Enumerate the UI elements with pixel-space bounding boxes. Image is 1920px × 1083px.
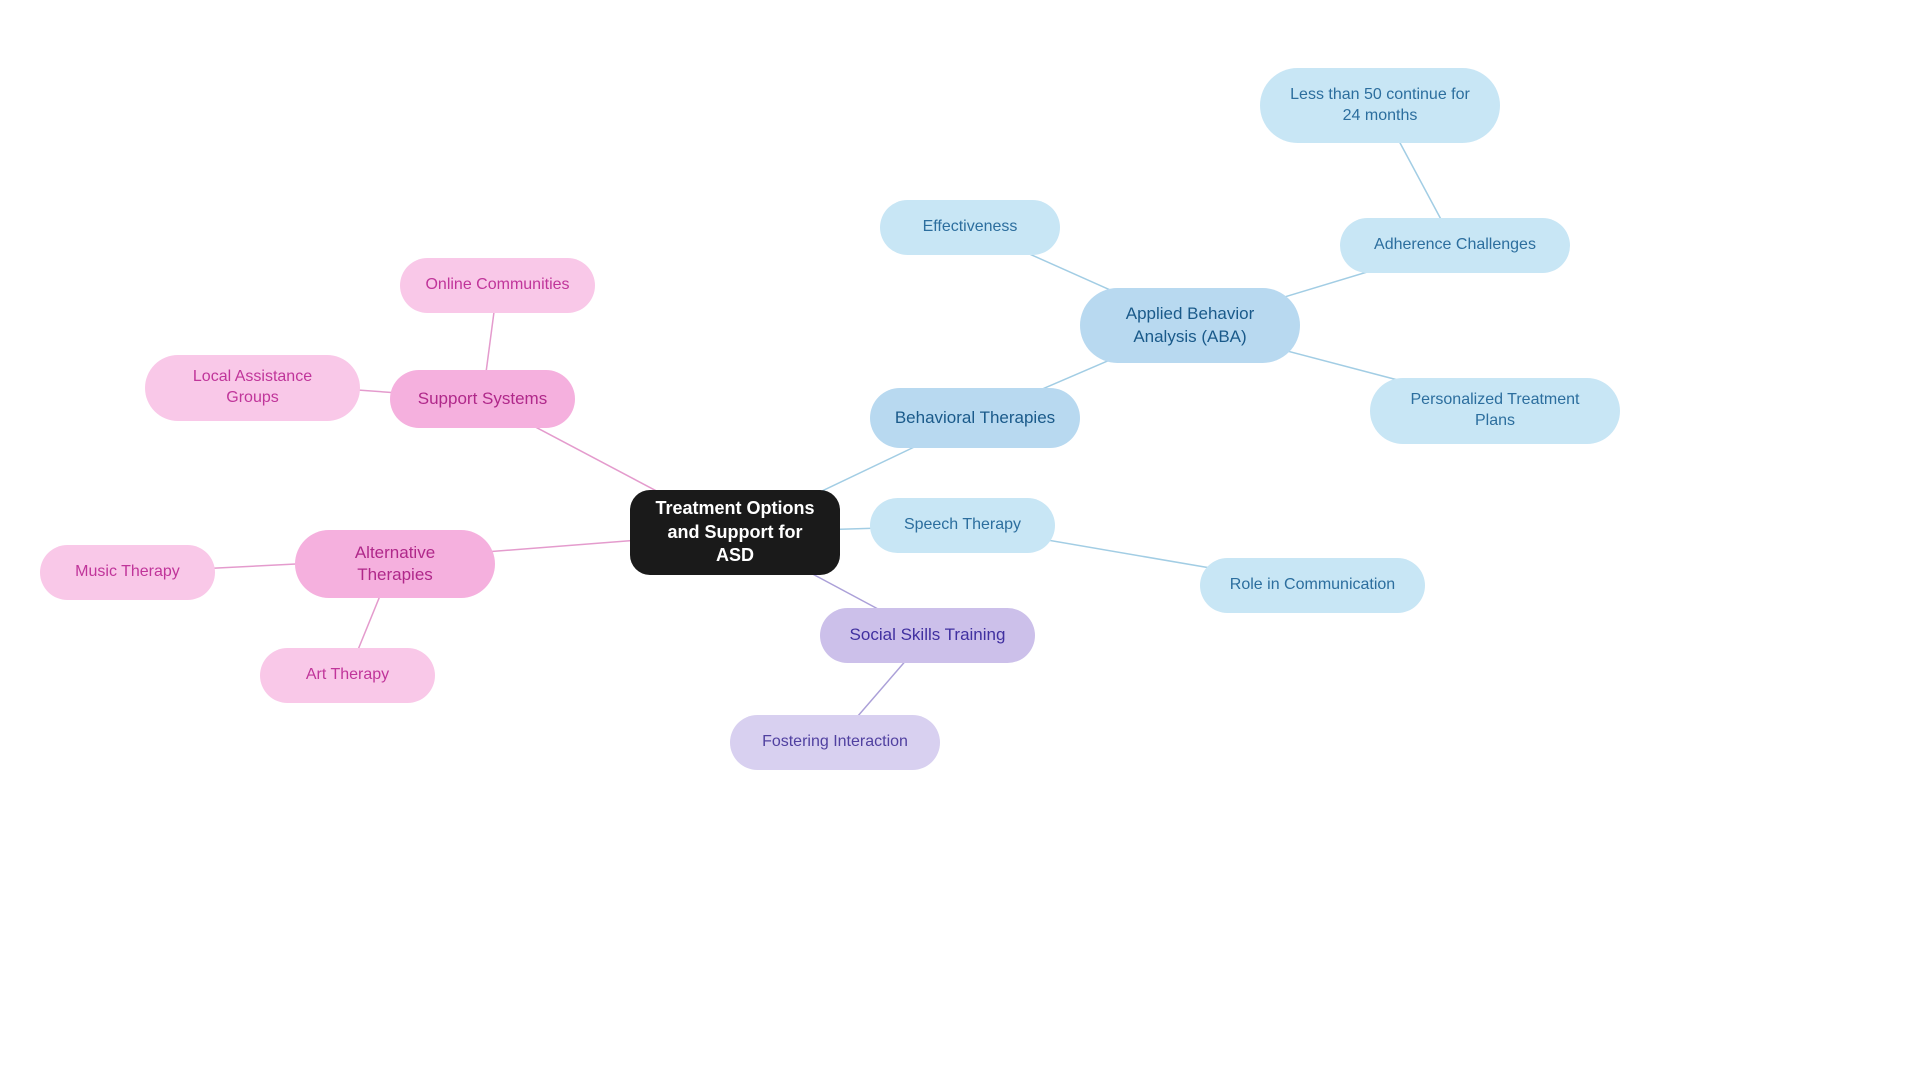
mindmap-node-adherence_challenges: Adherence Challenges xyxy=(1340,218,1570,273)
mindmap-container: Treatment Options and Support for ASD Beh… xyxy=(0,0,1920,1083)
mindmap-node-online_communities: Online Communities xyxy=(400,258,595,313)
mindmap-node-fostering_interaction: Fostering Interaction xyxy=(730,715,940,770)
mindmap-node-art_therapy: Art Therapy xyxy=(260,648,435,703)
mindmap-node-speech_therapy: Speech Therapy xyxy=(870,498,1055,553)
mindmap-node-center: Treatment Options and Support for ASD xyxy=(630,490,840,575)
mindmap-node-music_therapy: Music Therapy xyxy=(40,545,215,600)
mindmap-node-personalized_treatment: Personalized Treatment Plans xyxy=(1370,378,1620,444)
mindmap-node-role_communication: Role in Communication xyxy=(1200,558,1425,613)
mindmap-node-less_than_50: Less than 50 continue for 24 months xyxy=(1260,68,1500,143)
mindmap-node-support_systems: Support Systems xyxy=(390,370,575,428)
mindmap-node-effectiveness: Effectiveness xyxy=(880,200,1060,255)
mindmap-node-aba: Applied Behavior Analysis (ABA) xyxy=(1080,288,1300,363)
mindmap-node-social_skills: Social Skills Training xyxy=(820,608,1035,663)
mindmap-node-alternative_therapies: Alternative Therapies xyxy=(295,530,495,598)
mindmap-node-behavioral_therapies: Behavioral Therapies xyxy=(870,388,1080,448)
mindmap-node-local_assistance: Local Assistance Groups xyxy=(145,355,360,421)
